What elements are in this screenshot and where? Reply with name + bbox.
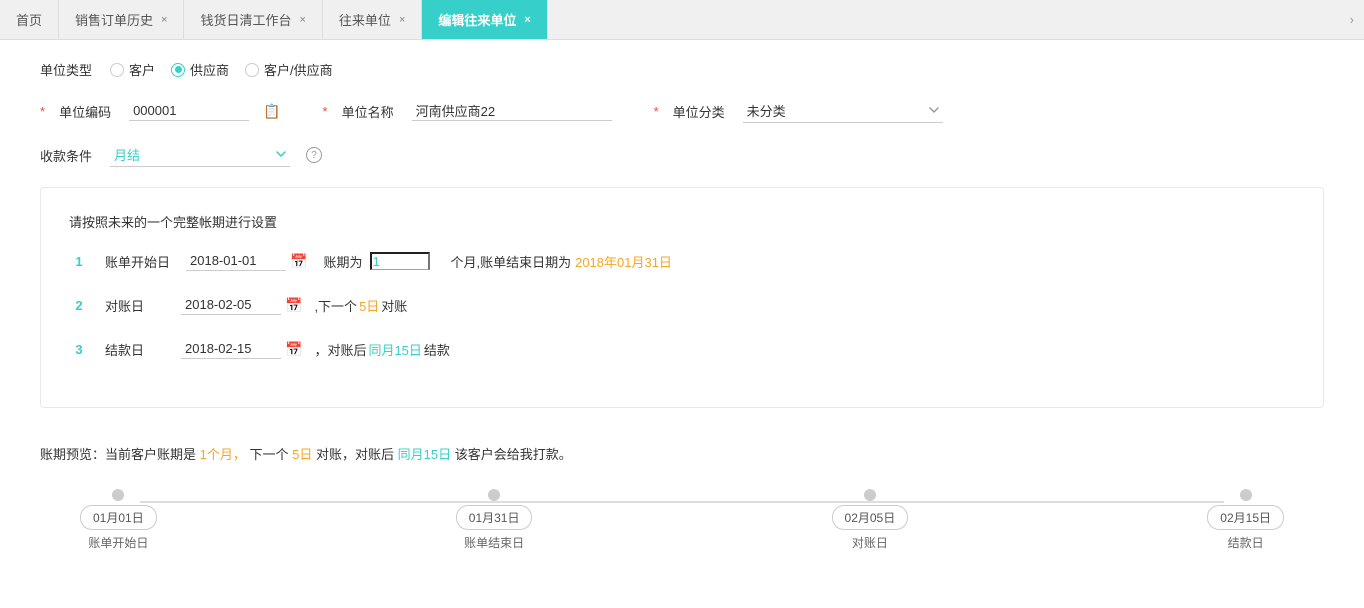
payment-row: 收款条件 月结 ? (40, 143, 1324, 167)
start-date-cal[interactable]: 📅 (290, 253, 307, 270)
category-dropdown-arrow (929, 103, 939, 118)
timeline-badge-4: 02月15日 (1207, 505, 1284, 530)
code-input[interactable] (129, 101, 249, 121)
period-row-3: 3 结款日 📅 ，对账后 同月15日 结款 (69, 339, 1295, 359)
period-end-date: 2018年01月31日 (575, 252, 672, 271)
timeline-point-1: 01月01日 账单开始日 (80, 489, 157, 551)
timeline-point-4: 02月15日 结款日 (1207, 489, 1284, 551)
tab-home[interactable]: 首页 (0, 0, 59, 39)
timeline-dot-2 (488, 489, 500, 501)
payment-value: 月结 (114, 145, 276, 164)
name-label: 单位名称 (342, 102, 394, 121)
period-num-2: 2 (69, 298, 89, 313)
code-copy-icon[interactable]: 📋 (263, 103, 280, 120)
preview-suffix: 该客户会给我打款。 (455, 447, 572, 462)
reconcile-date-input[interactable] (181, 295, 281, 315)
timeline-label-2: 账单结束日 (464, 534, 524, 551)
name-required: * (323, 104, 328, 119)
timeline-badge-2: 01月31日 (456, 505, 533, 530)
category-label: 单位分类 (673, 102, 725, 121)
period-months-input[interactable] (370, 252, 430, 270)
period-row-1: 1 账单开始日 📅 账期为 个月,账单结束日期为 2018年01月31日 (69, 251, 1295, 271)
radio-dot-supplier (175, 66, 182, 73)
tab-sales-history[interactable]: 销售订单历史 × (59, 0, 184, 39)
radio-customer-supplier[interactable]: 客户/供应商 (245, 60, 333, 79)
preview-highlight2: 5日 (292, 447, 312, 462)
reconcile-day-highlight: 5日 (359, 296, 379, 315)
period-label-1: 账单开始日 (105, 252, 170, 271)
payment-dropdown-arrow (276, 147, 286, 162)
page-content: 单位类型 客户 供应商 客户/供应商 * 单位编码 📋 * 单位名称 (0, 40, 1364, 608)
name-input[interactable] (412, 101, 612, 121)
timeline-label-3: 对账日 (852, 534, 888, 551)
payment-date-cal[interactable]: 📅 (285, 341, 302, 358)
radio-supplier[interactable]: 供应商 (171, 60, 229, 79)
unit-type-radio-group: 客户 供应商 客户/供应商 (110, 60, 333, 79)
timeline-badge-3: 02月05日 (832, 505, 909, 530)
payment-day-highlight: 同月15日 (368, 340, 421, 359)
tab-scroll-right[interactable]: › (1340, 12, 1364, 27)
timeline-point-3: 02月05日 对账日 (832, 489, 909, 551)
timeline-dot-4 (1240, 489, 1252, 501)
code-label: 单位编码 (59, 102, 111, 121)
category-dropdown[interactable]: 未分类 (743, 99, 943, 123)
preview-middle2: 对账，对账后 (316, 447, 394, 462)
close-tab-cash[interactable]: × (299, 14, 305, 26)
panel-box: 请按照未来的一个完整帐期进行设置 1 账单开始日 📅 账期为 个月,账单结束日期… (40, 187, 1324, 408)
category-required: * (654, 104, 659, 119)
timeline-point-2: 01月31日 账单结束日 (456, 489, 533, 551)
period-num-3: 3 (69, 342, 89, 357)
unit-type-row: 单位类型 客户 供应商 客户/供应商 (40, 60, 1324, 79)
radio-customer[interactable]: 客户 (110, 60, 155, 79)
payment-label: 收款条件 (40, 146, 92, 165)
timeline-points: 01月01日 账单开始日 01月31日 账单结束日 02月05日 对账日 02月… (80, 489, 1284, 551)
code-name-category-row: * 单位编码 📋 * 单位名称 * 单位分类 未分类 (40, 99, 1324, 123)
period-label-2: 对账日 (105, 296, 165, 315)
tab-edit-partner[interactable]: 编辑往来单位 × (422, 0, 547, 39)
preview-highlight3: 同月15日 (398, 447, 451, 462)
timeline-badge-1: 01月01日 (80, 505, 157, 530)
period-row-2: 2 对账日 📅 ,下一个 5日 对账 (69, 295, 1295, 315)
timeline-wrapper: 01月01日 账单开始日 01月31日 账单结束日 02月05日 对账日 02月… (40, 479, 1324, 551)
tab-cash-workbench[interactable]: 钱货日清工作台 × (184, 0, 322, 39)
close-tab-partner[interactable]: × (399, 14, 405, 26)
close-tab-edit-partner[interactable]: × (524, 14, 530, 26)
start-date-input[interactable] (186, 251, 286, 271)
timeline-label-1: 账单开始日 (88, 534, 148, 551)
timeline-dot-3 (864, 489, 876, 501)
tab-bar: 首页 销售订单历史 × 钱货日清工作台 × 往来单位 × 编辑往来单位 × › (0, 0, 1364, 40)
reconcile-date-cal[interactable]: 📅 (285, 297, 302, 314)
payment-dropdown[interactable]: 月结 (110, 143, 290, 167)
period-hint-3b: 结款 (424, 340, 450, 359)
timeline-label-4: 结款日 (1228, 534, 1264, 551)
unit-type-label: 单位类型 (40, 60, 92, 79)
period-label-3: 结款日 (105, 340, 165, 359)
period-hint-2b: 对账 (381, 296, 407, 315)
category-value: 未分类 (747, 101, 925, 120)
radio-circle-supplier (171, 63, 185, 77)
preview-middle: 下一个 (250, 447, 289, 462)
period-num-1: 1 (69, 254, 89, 269)
period-hint-1b: 个月,账单结束日期为 (450, 252, 571, 271)
period-hint-2a: ,下一个 (314, 296, 357, 315)
help-icon[interactable]: ? (306, 147, 322, 163)
timeline-dot-1 (112, 489, 124, 501)
preview-highlight1: 1个月， (200, 447, 246, 462)
period-hint-3a: ，对账后 (314, 340, 366, 359)
preview-prefix: 账期预览：当前客户账期是 (40, 447, 196, 462)
code-required: * (40, 104, 45, 119)
tab-partner[interactable]: 往来单位 × (323, 0, 422, 39)
panel-title: 请按照未来的一个完整帐期进行设置 (69, 212, 1295, 231)
period-hint-1a: 账期为 (323, 252, 362, 271)
radio-circle-both (245, 63, 259, 77)
payment-date-input[interactable] (181, 339, 281, 359)
close-tab-sales[interactable]: × (161, 14, 167, 26)
radio-circle-customer (110, 63, 124, 77)
preview-row: 账期预览：当前客户账期是 1个月， 下一个 5日 对账，对账后 同月15日 该客… (40, 428, 1324, 479)
